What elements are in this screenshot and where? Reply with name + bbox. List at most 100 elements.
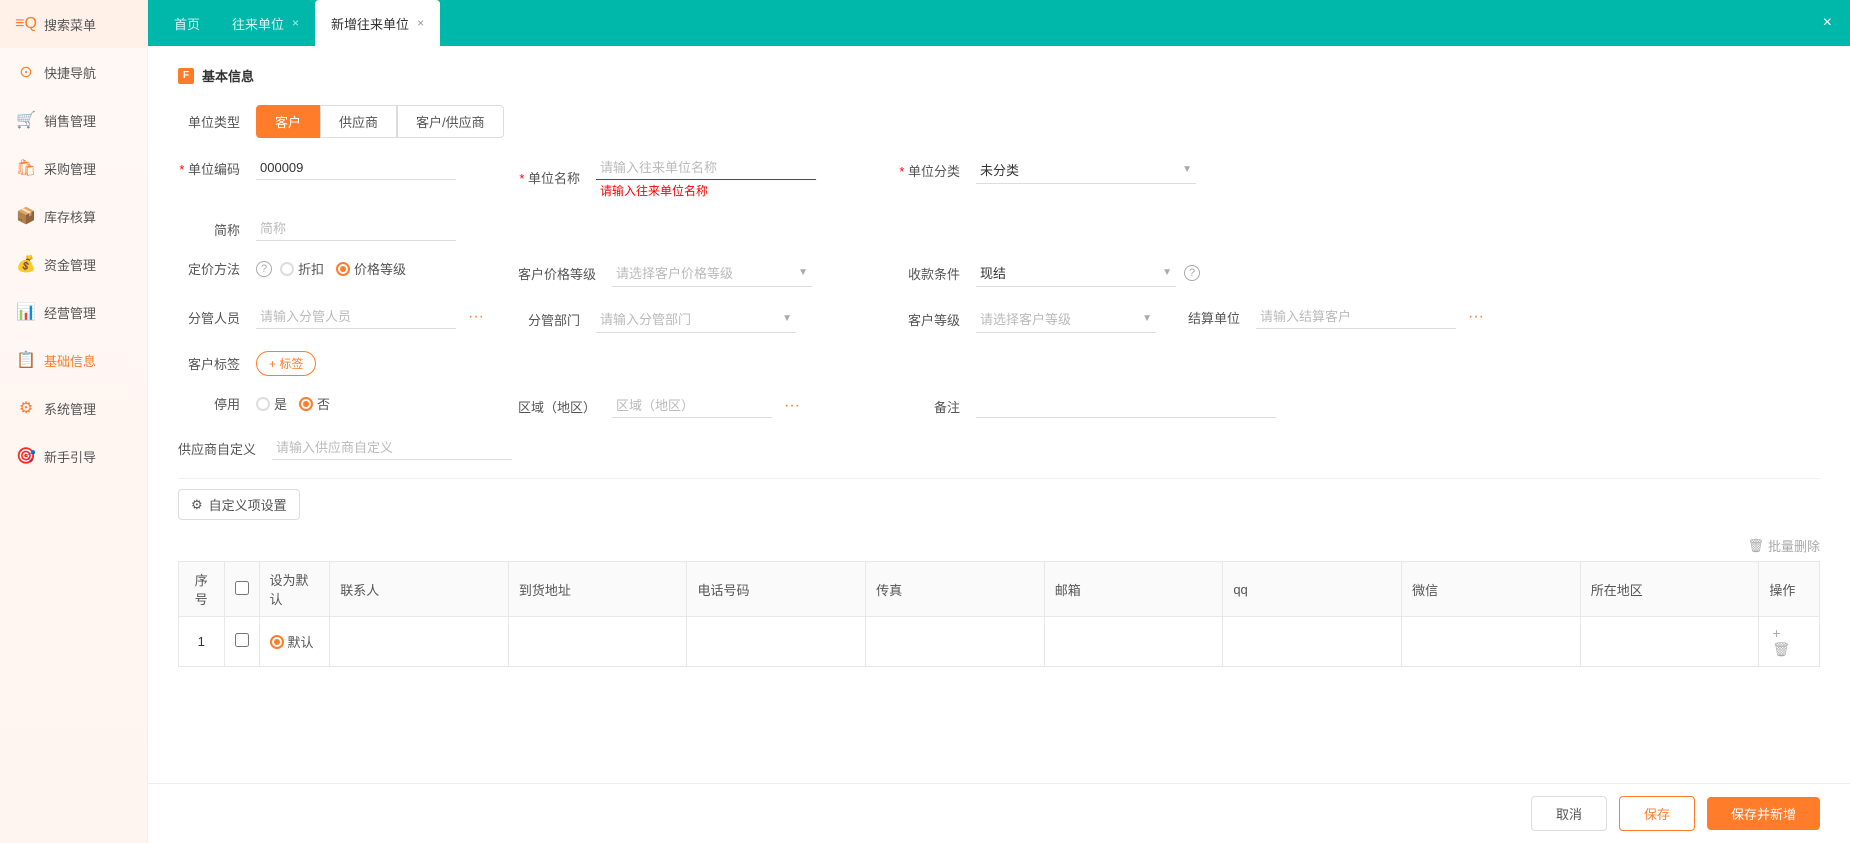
row-region-cell[interactable] xyxy=(1580,617,1759,667)
tab-new-contact[interactable]: 新增往来单位 × xyxy=(315,0,440,46)
disabled-radio-no[interactable]: 否 xyxy=(299,394,330,413)
batch-delete-button[interactable]: 🗑 批量删除 xyxy=(1747,536,1820,555)
unit-btn-both[interactable]: 客户/供应商 xyxy=(397,105,504,138)
unit-btn-customer[interactable]: 客户 xyxy=(256,105,320,138)
sidebar-item-basic[interactable]: 📋 基础信息 xyxy=(0,336,147,384)
sidebar-item-inventory[interactable]: 📦 库存核算 xyxy=(0,192,147,240)
sidebar-item-finance[interactable]: 💰 资金管理 xyxy=(0,240,147,288)
supervisor-row: 分管人员 ··· 分管部门 请输入分管部门 ▼ 客户等级 请选择客户等级 ▼ xyxy=(178,305,1820,333)
unit-code-label: 单位编码 xyxy=(178,159,248,178)
cancel-button[interactable]: 取消 xyxy=(1531,796,1607,831)
pricing-radio-level[interactable]: 价格等级 xyxy=(336,259,406,278)
unit-type-buttons: 客户 供应商 客户/供应商 xyxy=(256,105,504,138)
row-region-input[interactable] xyxy=(1591,634,1749,649)
row-address-input[interactable] xyxy=(519,634,677,649)
row-wechat-cell[interactable] xyxy=(1402,617,1581,667)
department-group: 分管部门 请输入分管部门 ▼ xyxy=(518,305,898,333)
row-add-button[interactable]: + xyxy=(1769,625,1783,641)
disabled-radio-yes[interactable]: 是 xyxy=(256,394,287,413)
short-name-input[interactable] xyxy=(256,217,456,241)
unit-btn-supplier[interactable]: 供应商 xyxy=(320,105,397,138)
customer-level-group: 客户等级 请选择客户等级 ▼ xyxy=(898,305,1178,333)
remark-group: 备注 xyxy=(898,394,1820,418)
unit-name-group: 单位名称 请输入往来单位名称 xyxy=(518,156,898,199)
supervisor-input[interactable] xyxy=(256,305,456,329)
sidebar-item-sales[interactable]: 🛒 销售管理 xyxy=(0,96,147,144)
sidebar-item-label: 搜索菜单 xyxy=(44,15,96,34)
payment-terms-label: 收款条件 xyxy=(898,264,968,283)
row-contact-input[interactable] xyxy=(340,634,498,649)
disabled-label: 停用 xyxy=(178,394,248,413)
footer: 取消 保存 保存并新增 xyxy=(148,783,1850,843)
remark-input[interactable] xyxy=(976,394,1276,418)
sidebar-item-newbie[interactable]: 🎯 新手引导 xyxy=(0,432,147,480)
sidebar-item-label: 资金管理 xyxy=(44,255,96,274)
col-default: 设为默认 xyxy=(259,562,330,617)
sidebar-item-purchase[interactable]: 🛍 采购管理 xyxy=(0,144,147,192)
unit-category-select[interactable]: 未分类 ▼ xyxy=(976,156,1196,184)
supervisor-label: 分管人员 xyxy=(178,308,248,327)
payment-terms-group: 收款条件 现结 ▼ ? xyxy=(898,259,1278,287)
row-wechat-input[interactable] xyxy=(1412,634,1570,649)
tabbar-close-button[interactable]: × xyxy=(1815,10,1840,36)
department-arrow: ▼ xyxy=(782,313,792,324)
customer-price-level-select[interactable]: 请选择客户价格等级 ▼ xyxy=(612,259,812,287)
quicknav-icon: ⊙ xyxy=(16,62,36,82)
region-more-btn[interactable]: ··· xyxy=(780,397,804,415)
sidebar-item-operations[interactable]: 📊 经营管理 xyxy=(0,288,147,336)
unit-type-row: 单位类型 客户 供应商 客户/供应商 xyxy=(178,105,1820,138)
settlement-unit-more-btn[interactable]: ··· xyxy=(1464,308,1488,326)
sidebar-item-label: 采购管理 xyxy=(44,159,96,178)
department-label: 分管部门 xyxy=(518,310,588,329)
tab-close-new-contact[interactable]: × xyxy=(417,16,424,30)
region-input[interactable] xyxy=(612,394,772,418)
pricing-help-icon[interactable]: ? xyxy=(256,261,272,277)
payment-terms-help-icon[interactable]: ? xyxy=(1184,265,1200,281)
row-phone-input[interactable] xyxy=(697,634,855,649)
customer-tag-label: 客户标签 xyxy=(178,354,248,373)
pricing-radio-discount[interactable]: 折扣 xyxy=(280,259,324,278)
row-address-cell[interactable] xyxy=(508,617,687,667)
row-contact-cell[interactable] xyxy=(330,617,509,667)
customer-level-select[interactable]: 请选择客户等级 ▼ xyxy=(976,305,1156,333)
supervisor-more-btn[interactable]: ··· xyxy=(464,308,488,326)
short-name-group: 简称 xyxy=(178,217,518,241)
department-select[interactable]: 请输入分管部门 ▼ xyxy=(596,305,796,333)
save-button[interactable]: 保存 xyxy=(1619,796,1695,831)
table-header-checkbox[interactable] xyxy=(235,581,249,595)
customer-price-level-text: 请选择客户价格等级 xyxy=(616,263,798,282)
disabled-region-row: 停用 是 否 区域（地区） ··· xyxy=(178,394,1820,418)
unit-name-input[interactable] xyxy=(596,156,816,180)
row-qq-input[interactable] xyxy=(1233,634,1391,649)
row-email-cell[interactable] xyxy=(1044,617,1223,667)
add-tag-button[interactable]: + 标签 xyxy=(256,351,316,376)
row-default-radio[interactable]: 默认 xyxy=(270,632,320,651)
tab-home[interactable]: 首页 xyxy=(158,0,216,46)
supplier-custom-group: 供应商自定义 xyxy=(178,436,1820,460)
radio-level-circle xyxy=(336,262,350,276)
row-fax-cell[interactable] xyxy=(866,617,1045,667)
unit-category-group: 单位分类 未分类 ▼ xyxy=(898,156,1278,184)
row-fax-input[interactable] xyxy=(876,634,1034,649)
row-checkbox[interactable] xyxy=(235,633,249,647)
payment-terms-select[interactable]: 现结 ▼ xyxy=(976,259,1176,287)
customer-price-level-label: 客户价格等级 xyxy=(518,264,604,283)
custom-settings-button[interactable]: ⚙ 自定义项设置 xyxy=(178,489,300,520)
row-phone-cell[interactable] xyxy=(687,617,866,667)
sidebar-item-quicknav[interactable]: ⊙ 快捷导航 xyxy=(0,48,147,96)
row-delete-button[interactable]: 🗑 xyxy=(1769,641,1793,658)
save-new-button[interactable]: 保存并新增 xyxy=(1707,797,1820,830)
row-email-input[interactable] xyxy=(1055,634,1213,649)
unit-code-input[interactable] xyxy=(256,156,456,180)
sidebar-item-system[interactable]: ⚙ 系统管理 xyxy=(0,384,147,432)
pricing-method-label: 定价方法 xyxy=(178,259,248,278)
supplier-custom-input[interactable] xyxy=(272,436,512,460)
col-phone: 电话号码 xyxy=(687,562,866,617)
tab-contacts[interactable]: 往来单位 × xyxy=(216,0,315,46)
settlement-unit-input[interactable] xyxy=(1256,305,1456,329)
finance-icon: 💰 xyxy=(16,254,36,274)
sidebar-item-search[interactable]: ≡Q 搜索菜单 xyxy=(0,0,147,48)
tab-close-contacts[interactable]: × xyxy=(292,16,299,30)
row-qq-cell[interactable] xyxy=(1223,617,1402,667)
batch-actions: 🗑 批量删除 xyxy=(178,536,1820,555)
